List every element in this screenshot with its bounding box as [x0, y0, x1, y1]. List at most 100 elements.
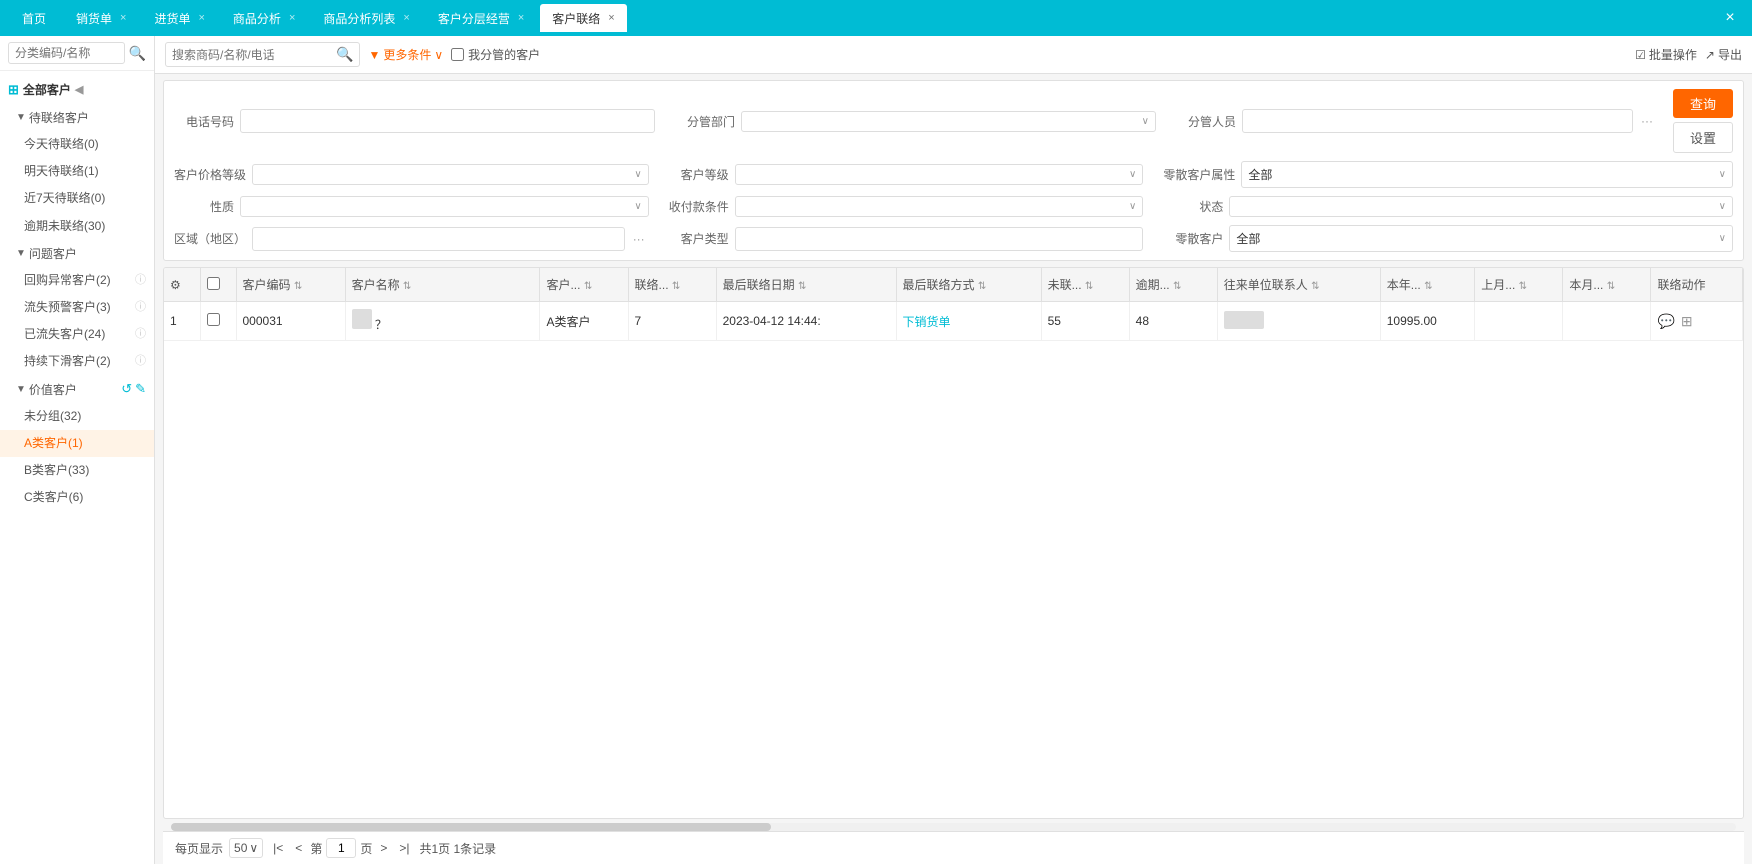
nature-select[interactable]: ∨	[240, 196, 649, 217]
more-action-icon[interactable]: ⊞	[1681, 313, 1693, 330]
page-number-input[interactable]	[326, 838, 356, 858]
person-more-icon[interactable]: ···	[1637, 114, 1657, 128]
retail-cust-select[interactable]: 全部 ∨	[1229, 225, 1733, 252]
export-button[interactable]: ↗ 导出	[1705, 46, 1742, 63]
sort-year-icon[interactable]: ⇅	[1424, 281, 1432, 292]
edit-icon[interactable]: ✎	[135, 381, 146, 397]
sidebar-item-overdue[interactable]: 逾期未联络(30)	[0, 213, 154, 240]
sidebar-item-ungroup[interactable]: 未分组(32)	[0, 403, 154, 430]
sidebar-item-tomorrow[interactable]: 明天待联络(1)	[0, 158, 154, 185]
cust-type-input[interactable]	[735, 227, 1144, 251]
th-this-month: 本月... ⇅	[1563, 268, 1651, 302]
status-select[interactable]: ∨	[1229, 196, 1733, 217]
sort-contacts-icon[interactable]: ⇅	[1311, 281, 1319, 292]
chevron-down-icon: ∨	[434, 48, 443, 62]
price-level-select[interactable]: ∨	[252, 164, 649, 185]
settings-icon[interactable]: ⚙	[170, 278, 181, 292]
td-code: 000031	[236, 302, 345, 341]
td-checkbox	[200, 302, 236, 341]
info-icon-4: ⓘ	[135, 353, 146, 371]
sort-date-icon[interactable]: ⇅	[798, 281, 806, 292]
close-tab-analysis-list-icon[interactable]: ×	[403, 12, 409, 24]
info-icon-2: ⓘ	[135, 299, 146, 317]
select-all-checkbox[interactable]	[207, 277, 220, 290]
sort-overdue-icon[interactable]: ⇅	[1173, 281, 1181, 292]
close-tab-customer-seg-icon[interactable]: ×	[518, 12, 524, 24]
sort-this-month-icon[interactable]: ⇅	[1607, 281, 1615, 292]
nav-tab-analysis-list[interactable]: 商品分析列表 ×	[311, 4, 421, 32]
close-tab-sales-icon[interactable]: ×	[120, 12, 126, 24]
sort-uncontacted-icon[interactable]: ⇅	[1085, 281, 1093, 292]
close-tab-customer-contact-icon[interactable]: ×	[608, 12, 614, 24]
phone-input[interactable]	[240, 109, 655, 133]
topnav: 首页 销货单 × 进货单 × 商品分析 × 商品分析列表 × 客户分层经营 × …	[0, 0, 1752, 36]
sidebar-item-declining[interactable]: 持续下滑客户(2) ⓘ	[0, 348, 154, 375]
th-actions: 联络动作	[1651, 268, 1743, 302]
settings-button[interactable]: 设置	[1673, 122, 1733, 153]
sidebar-search-input[interactable]	[8, 42, 125, 64]
sort-last-month-icon[interactable]: ⇅	[1519, 281, 1527, 292]
my-customers-checkbox-group: 我分管的客户	[451, 46, 540, 63]
sidebar-item-today[interactable]: 今天待联络(0)	[0, 131, 154, 158]
horizontal-scrollbar[interactable]	[171, 823, 1736, 831]
sidebar-item-a-class[interactable]: A类客户(1)	[0, 430, 154, 457]
cust-level-select[interactable]: ∨	[735, 164, 1144, 185]
sidebar-item-c-class[interactable]: C类客户(6)	[0, 484, 154, 511]
nav-tab-customer-contact[interactable]: 客户联络 ×	[540, 4, 626, 32]
row-checkbox[interactable]	[207, 313, 220, 326]
dept-select[interactable]: ∨	[741, 111, 1156, 132]
nav-tab-customer-seg[interactable]: 客户分层经营 ×	[426, 4, 536, 32]
close-tab-purchase-icon[interactable]: ×	[198, 12, 204, 24]
table-row: 1 000031 ？	[164, 302, 1743, 341]
chevron-status-icon: ∨	[1719, 201, 1726, 212]
payment-select[interactable]: ∨	[735, 196, 1144, 217]
sidebar-group-pending[interactable]: ▼ 待联络客户	[0, 104, 154, 131]
close-tab-analysis-icon[interactable]: ×	[289, 12, 295, 24]
retail-attr-select[interactable]: 全部 ∨	[1241, 161, 1733, 188]
nav-tab-sales[interactable]: 销货单 ×	[64, 4, 138, 32]
page-size-select[interactable]: 50 ∨	[229, 838, 263, 858]
sort-code-icon[interactable]: ⇅	[294, 281, 302, 292]
message-action-icon[interactable]: 💬	[1657, 313, 1674, 330]
td-contact-count: 7	[628, 302, 716, 341]
sort-method-icon[interactable]: ⇅	[978, 281, 986, 292]
pagination: 每页显示 50 ∨ |< < 第 页 > >| 共1页 1条记录	[175, 838, 496, 858]
th-contact-count: 联络... ⇅	[628, 268, 716, 302]
refresh-icon[interactable]: ↺	[121, 381, 132, 397]
sidebar-item-7days[interactable]: 近7天待联络(0)	[0, 185, 154, 212]
last-method-link[interactable]: 下销货单	[903, 315, 951, 329]
nav-tab-analysis[interactable]: 商品分析 ×	[221, 4, 307, 32]
search-input[interactable]	[172, 48, 332, 62]
sidebar-item-churn-warning[interactable]: 流失预警客户(3) ⓘ	[0, 294, 154, 321]
filter-retail-attr: 零散客户属性 全部 ∨	[1163, 161, 1733, 188]
query-button[interactable]: 查询	[1673, 89, 1733, 118]
region-more-icon[interactable]: ···	[629, 232, 649, 246]
nav-tab-purchase[interactable]: 进货单 ×	[142, 4, 216, 32]
sort-contact-icon[interactable]: ⇅	[672, 281, 680, 292]
filter-row-4: 区域（地区） ··· 客户类型 零散客户 全部 ∨	[174, 225, 1733, 252]
sort-level-icon[interactable]: ⇅	[584, 281, 592, 292]
person-input[interactable]	[1242, 109, 1633, 133]
sidebar-group-value[interactable]: ▼ 价值客户 ↺ ✎	[0, 376, 154, 403]
next-page-button[interactable]: >	[376, 839, 391, 857]
batch-operation-button[interactable]: ☑ 批量操作	[1635, 46, 1697, 63]
first-page-button[interactable]: |<	[269, 839, 287, 857]
more-filter-button[interactable]: ▼ 更多条件 ∨	[368, 46, 443, 63]
region-input[interactable]	[252, 227, 625, 251]
search-button[interactable]: 🔍	[336, 46, 353, 63]
th-this-year: 本年... ⇅	[1380, 268, 1475, 302]
sidebar-search-icon[interactable]: 🔍	[129, 45, 146, 62]
action-icons-group: 💬 ⊞	[1657, 313, 1736, 330]
prev-page-button[interactable]: <	[291, 839, 306, 857]
sidebar-all-customers[interactable]: ⊞ 全部客户 ◀	[0, 75, 154, 104]
scrollbar-thumb[interactable]	[171, 823, 771, 831]
sidebar-item-repurchase-abnormal[interactable]: 回购异常客户(2) ⓘ	[0, 267, 154, 294]
close-all-tabs-button[interactable]: ×	[1716, 4, 1744, 32]
my-customers-checkbox[interactable]	[451, 48, 464, 61]
sort-name-icon[interactable]: ⇅	[403, 281, 411, 292]
sidebar-item-b-class[interactable]: B类客户(33)	[0, 457, 154, 484]
nav-home[interactable]: 首页	[8, 4, 60, 32]
last-page-button[interactable]: >|	[395, 839, 413, 857]
sidebar-group-problem[interactable]: ▼ 问题客户	[0, 240, 154, 267]
sidebar-item-churned[interactable]: 已流失客户(24) ⓘ	[0, 321, 154, 348]
